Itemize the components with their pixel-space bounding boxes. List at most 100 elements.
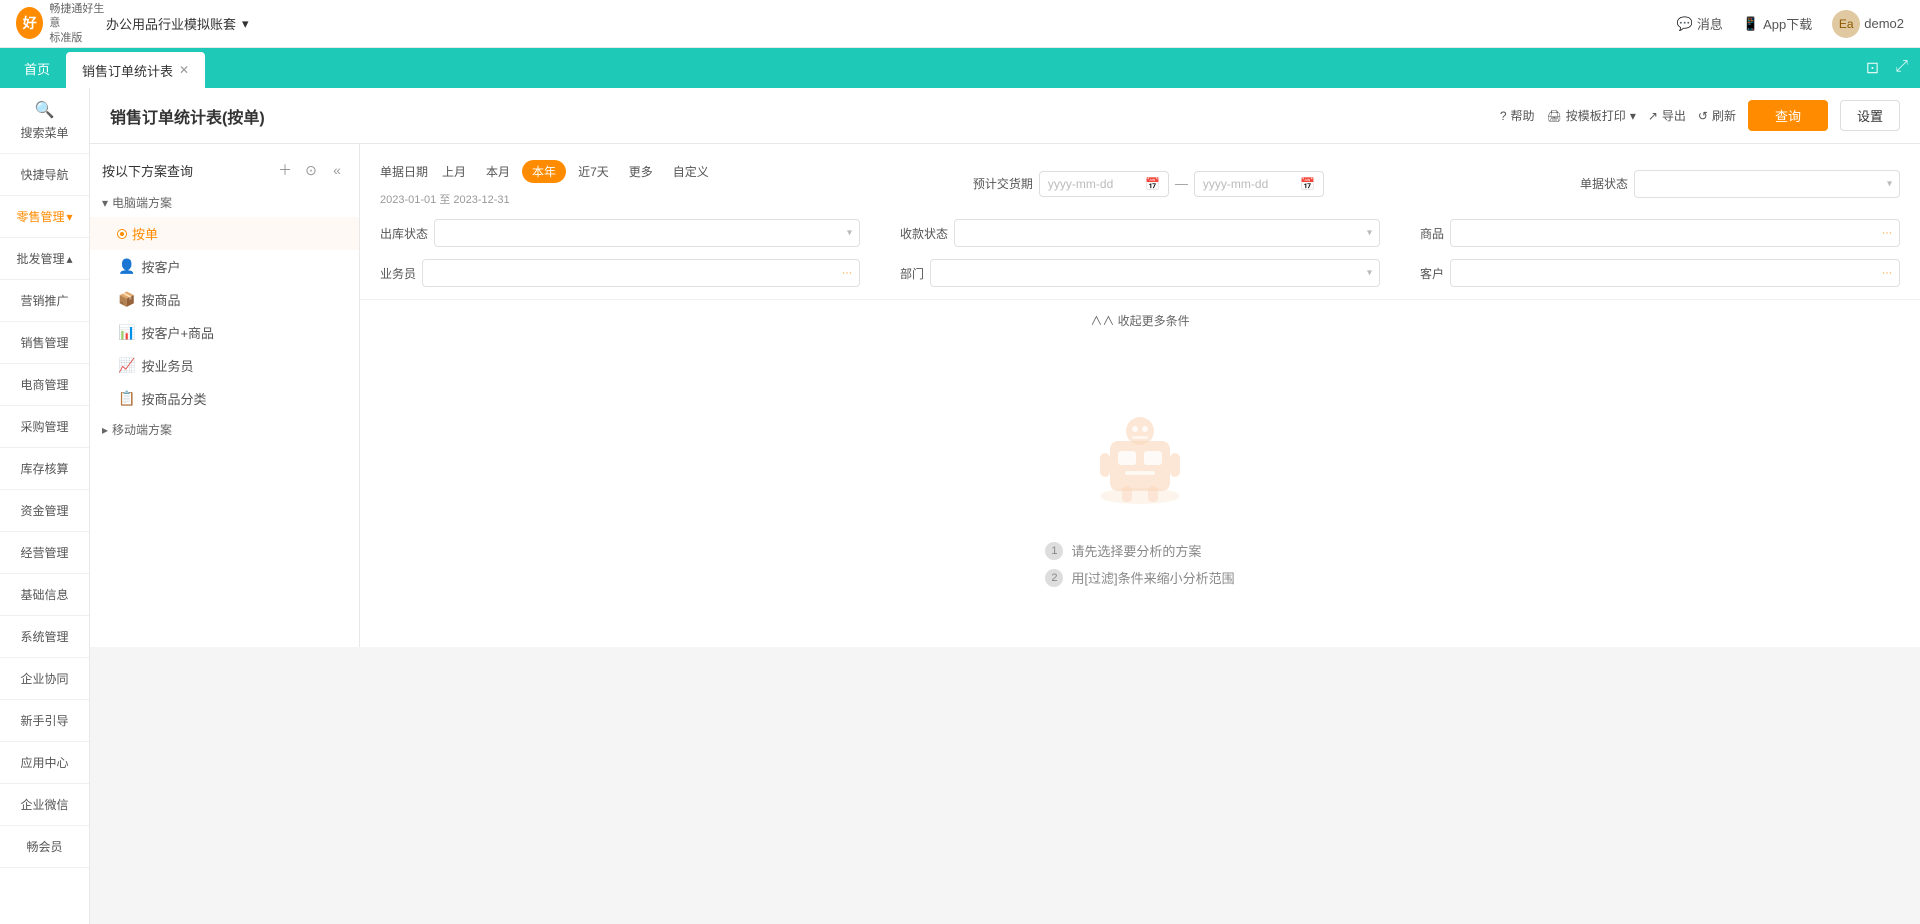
purchase-label: 采购管理 <box>20 418 68 435</box>
scheme-item-by-customer[interactable]: 👤 按客户 <box>90 250 359 283</box>
app-selector-chevron: ▾ <box>242 16 249 32</box>
ship-status-select[interactable] <box>434 219 860 247</box>
tab-sales-stat[interactable]: 销售订单统计表 ✕ <box>66 52 205 88</box>
help-btn[interactable]: ? 帮助 <box>1500 107 1535 124</box>
customer-input[interactable] <box>1450 259 1900 287</box>
app-selector-label: 办公用品行业模拟账套 <box>106 14 236 33</box>
empty-tips: 1 请先选择要分析的方案 2 用[过滤]条件来缩小分析范围 <box>1045 541 1234 587</box>
sidebar-item-wecom[interactable]: 企业微信 <box>0 784 89 826</box>
settings-button[interactable]: 设置 <box>1840 100 1900 131</box>
tab-restore-icon[interactable]: ⊡ <box>1862 54 1883 82</box>
sidebar-item-appstore[interactable]: 应用中心 <box>0 742 89 784</box>
expected-date-from[interactable]: yyyy-mm-dd 📅 <box>1039 171 1169 197</box>
query-button[interactable]: 查询 <box>1748 100 1828 131</box>
wholesale-arrow: ▴ <box>66 252 72 266</box>
expected-date-to[interactable]: yyyy-mm-dd 📅 <box>1194 171 1324 197</box>
sidebar-item-newbie[interactable]: 新手引导 <box>0 700 89 742</box>
collapse-scheme-icon[interactable]: « <box>327 160 347 180</box>
logo-icon: 好 <box>16 7 43 39</box>
sidebar-item-inventory[interactable]: 库存核算 <box>0 448 89 490</box>
date-field: 单据日期 上月 本月 本年 近7天 更多 自定义 2023 <box>380 160 717 207</box>
doc-status-select-wrap: ▾ <box>1634 170 1900 198</box>
sidebar-search-label: 搜索菜单 <box>20 124 68 141</box>
print-icon: 🖨 <box>1547 109 1562 123</box>
sidebar-item-corp[interactable]: 企业协同 <box>0 658 89 700</box>
settings-scheme-icon[interactable]: ⊙ <box>301 160 321 180</box>
add-scheme-icon[interactable]: ＋ <box>275 160 295 180</box>
scheme-item-by-category[interactable]: 📋 按商品分类 <box>90 382 359 415</box>
help-icon: ? <box>1500 109 1507 123</box>
tab-home-label: 首页 <box>24 59 50 78</box>
collection-status-select[interactable] <box>954 219 1380 247</box>
messages-label: 消息 <box>1697 14 1723 33</box>
more-btn[interactable]: 更多 <box>621 160 661 183</box>
sidebar-item-marketing[interactable]: 营销推广 <box>0 280 89 322</box>
sidebar-item-basic[interactable]: 基础信息 <box>0 574 89 616</box>
sidebar-item-operations[interactable]: 经营管理 <box>0 532 89 574</box>
tab-home[interactable]: 首页 <box>8 48 66 88</box>
doc-status-select[interactable] <box>1634 170 1900 198</box>
tip-num-2: 2 <box>1045 569 1063 587</box>
scheme-item-by-order[interactable]: 按单 <box>90 217 359 250</box>
customer-wrap: ··· <box>1450 259 1900 287</box>
export-btn[interactable]: ↗ 导出 <box>1648 107 1686 124</box>
salesperson-input[interactable] <box>422 259 860 287</box>
user-avatar: Ea <box>1832 10 1860 38</box>
this-month-btn[interactable]: 本月 <box>478 160 518 183</box>
salesperson-field: 业务员 ··· <box>380 259 860 287</box>
user-profile[interactable]: Ea demo2 <box>1832 10 1904 38</box>
product-input[interactable] <box>1450 219 1900 247</box>
template-print-btn[interactable]: 🖨 按模板打印 ▾ <box>1547 107 1636 124</box>
doc-status-label: 单据状态 <box>1580 175 1628 192</box>
date-filter-btns: 上月 本月 本年 近7天 更多 自定义 <box>434 160 717 183</box>
page-header: 销售订单统计表(按单) ? 帮助 🖨 按模板打印 ▾ ↗ 导出 ↺ 刷新 <box>90 88 1920 144</box>
last-month-btn[interactable]: 上月 <box>434 160 474 183</box>
sidebar-item-search[interactable]: 🔍 搜索菜单 <box>0 88 89 154</box>
collection-status-label: 收款状态 <box>900 225 948 242</box>
sidebar-item-purchase[interactable]: 采购管理 <box>0 406 89 448</box>
tip-1-label: 请先选择要分析的方案 <box>1071 541 1201 560</box>
sidebar-item-ecommerce[interactable]: 电商管理 <box>0 364 89 406</box>
sidebar-item-system[interactable]: 系统管理 <box>0 616 89 658</box>
print-chevron: ▾ <box>1630 109 1636 123</box>
department-label: 部门 <box>900 265 924 282</box>
custom-btn[interactable]: 自定义 <box>665 160 717 183</box>
tab-close-icon[interactable]: ✕ <box>179 63 189 77</box>
scheme-panel-icons: ＋ ⊙ « <box>275 160 347 180</box>
sidebar-item-sales[interactable]: 销售管理 <box>0 322 89 364</box>
refresh-btn[interactable]: ↺ 刷新 <box>1698 107 1736 124</box>
refresh-label: 刷新 <box>1712 107 1736 124</box>
operations-label: 经营管理 <box>20 544 68 561</box>
sidebar-item-quicknav[interactable]: 快捷导航 <box>0 154 89 196</box>
empty-tip-2: 2 用[过滤]条件来缩小分析范围 <box>1045 568 1234 587</box>
pc-scheme-section[interactable]: ▾ 电脑端方案 <box>90 188 359 217</box>
scheme-item-by-salesperson[interactable]: 📈 按业务员 <box>90 349 359 382</box>
tab-bar: 首页 销售订单统计表 ✕ ⊡ ⤢ <box>0 48 1920 88</box>
sidebar-item-finance[interactable]: 资金管理 <box>0 490 89 532</box>
tab-maximize-icon[interactable]: ⤢ <box>1891 54 1912 82</box>
sidebar-item-wholesale[interactable]: 批发管理 ▴ <box>0 238 89 280</box>
search-icon: 🔍 <box>35 100 55 120</box>
empty-illustration <box>1080 401 1200 521</box>
messages-btn[interactable]: 💬 消息 <box>1677 14 1723 33</box>
mobile-scheme-section[interactable]: ▸ 移动端方案 <box>90 415 359 444</box>
department-wrap: ▾ <box>930 259 1380 287</box>
this-year-btn[interactable]: 本年 <box>522 160 566 183</box>
expected-date-field: 预计交货期 yyyy-mm-dd 📅 — yyyy-mm-dd 📅 <box>973 171 1324 197</box>
basic-label: 基础信息 <box>20 586 68 603</box>
sidebar-item-retail[interactable]: 零售管理 ▾ <box>0 196 89 238</box>
department-select[interactable] <box>930 259 1380 287</box>
filter-row-1: 单据日期 上月 本月 本年 近7天 更多 自定义 2023 <box>380 160 1900 207</box>
sidebar-item-member[interactable]: 畅会员 <box>0 826 89 868</box>
last7days-btn[interactable]: 近7天 <box>570 160 617 183</box>
ship-status-label: 出库状态 <box>380 225 428 242</box>
customer-label: 客户 <box>1420 265 1444 282</box>
scheme-item-by-product[interactable]: 📦 按商品 <box>90 283 359 316</box>
tip-2-label: 用[过滤]条件来缩小分析范围 <box>1071 568 1234 587</box>
section-arrow: ▾ <box>102 196 108 210</box>
app-download-btn[interactable]: 📱 App下载 <box>1743 14 1812 33</box>
app-selector[interactable]: 办公用品行业模拟账套 ▾ <box>106 14 1677 33</box>
mobile-section-arrow: ▸ <box>102 423 108 437</box>
collapse-row[interactable]: ∧∧ 收起更多条件 <box>360 299 1920 341</box>
scheme-item-by-cust-prod[interactable]: 📊 按客户+商品 <box>90 316 359 349</box>
